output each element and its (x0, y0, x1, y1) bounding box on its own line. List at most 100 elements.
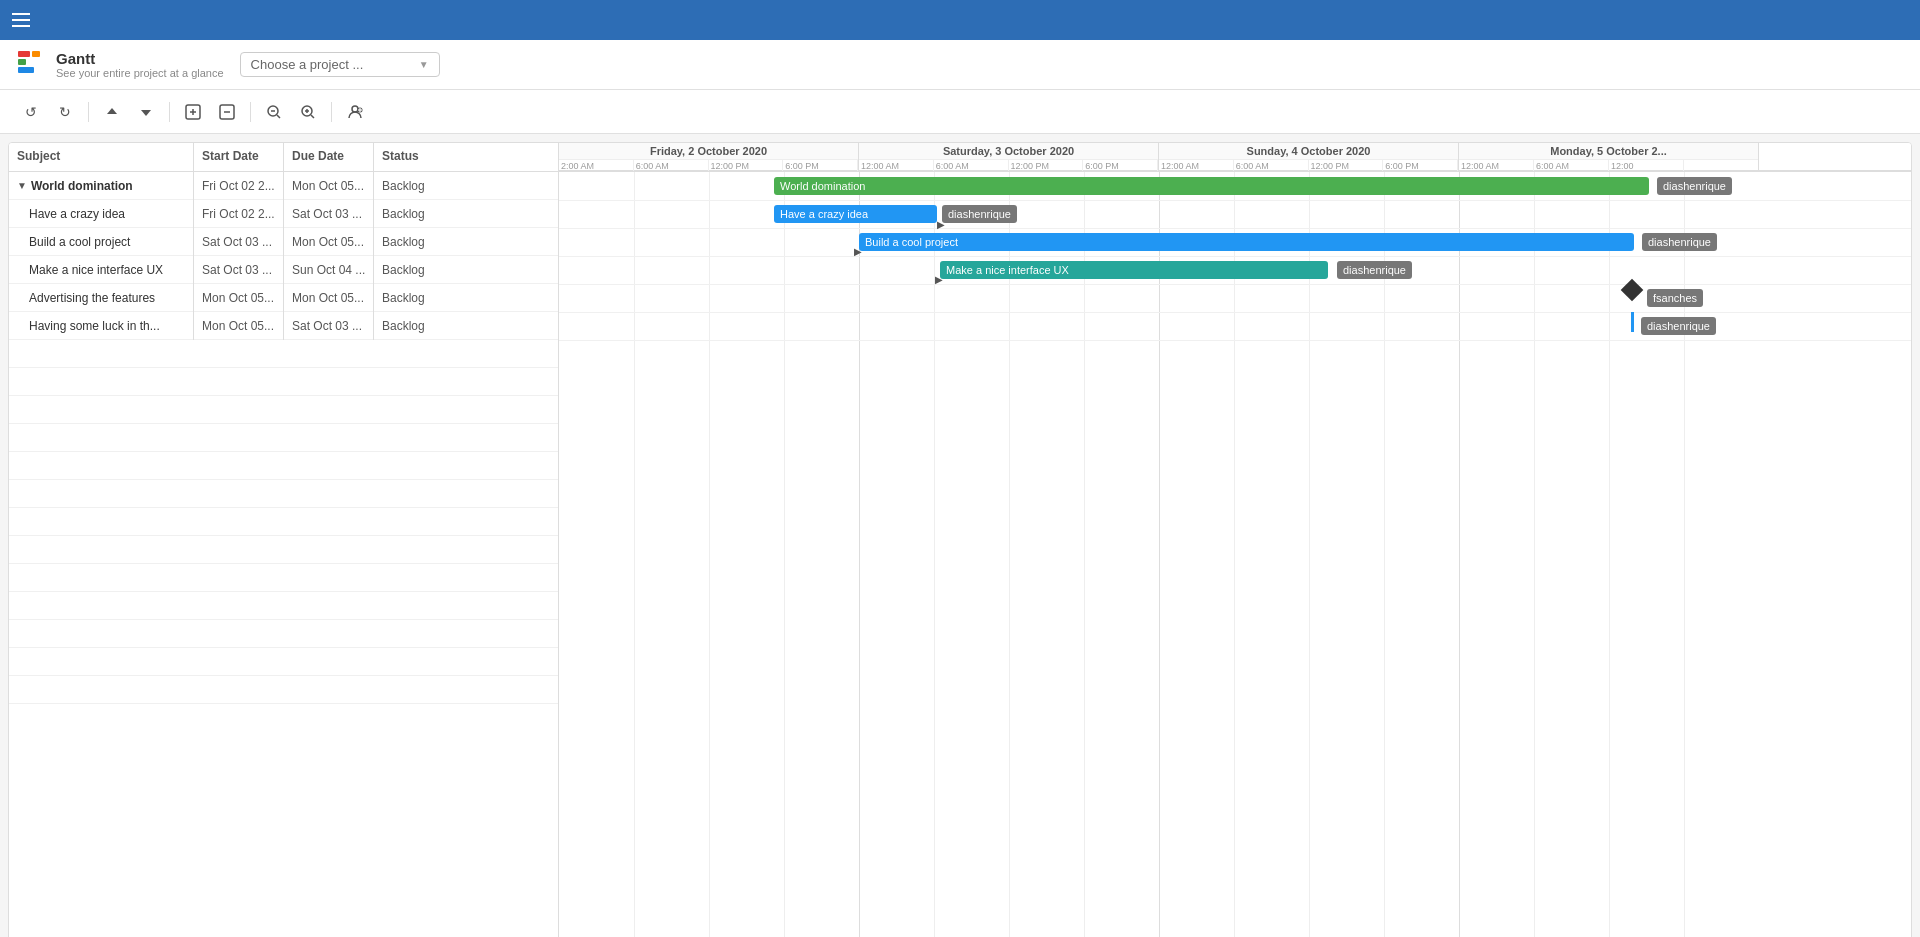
gantt-bar-build-cool-project[interactable]: Build a cool project (859, 233, 1634, 251)
cell-subject-build-cool-project: Build a cool project (9, 228, 194, 256)
hour-line (1534, 172, 1535, 937)
table-row[interactable]: Build a cool project Sat Oct 03 ... Mon … (9, 228, 558, 256)
cell-subject-have-crazy-idea: Have a crazy idea (9, 200, 194, 228)
table-row-empty (9, 480, 558, 508)
gantt-timeline: World domination diashenrique Have a cra… (559, 172, 1911, 937)
app-header: Gantt See your entire project at a glanc… (0, 40, 1920, 90)
day-divider-2 (1159, 172, 1160, 937)
hamburger-icon[interactable] (12, 13, 30, 27)
cell-duedate-advertising: Mon Oct 05... (284, 284, 374, 312)
day2-label: Saturday, 3 October 2020 (859, 143, 1158, 160)
day3-hour4: 6:00 PM (1383, 160, 1458, 171)
day4-hour2: 6:00 AM (1534, 160, 1609, 171)
assign-button[interactable] (340, 97, 370, 127)
cell-startdate-have-crazy-idea: Fri Oct 02 2... (194, 200, 284, 228)
svg-rect-2 (18, 67, 34, 73)
cell-startdate-advertising: Mon Oct 05... (194, 284, 284, 312)
cell-status-have-crazy-idea: Backlog (374, 200, 559, 228)
day2-hour3: 12:00 PM (1009, 160, 1084, 171)
hour-line (1234, 172, 1235, 937)
cell-duedate-make-nice-interface: Sun Oct 04 ... (284, 256, 374, 284)
day2-hour4: 6:00 PM (1083, 160, 1158, 171)
cell-startdate-build-cool-project: Sat Oct 03 ... (194, 228, 284, 256)
table-row-empty (9, 340, 558, 368)
assignee-badge-having-luck: diashenrique (1641, 317, 1716, 335)
table-row-empty (9, 592, 558, 620)
table-row-empty (9, 368, 558, 396)
chevron-down-icon: ▼ (419, 59, 429, 70)
day-divider-1 (859, 172, 860, 937)
cell-startdate-having-luck: Mon Oct 05... (194, 312, 284, 340)
milestone-diamond-advertising (1621, 279, 1644, 302)
svg-line-11 (277, 115, 280, 118)
day1-hour1: 2:00 AM (559, 160, 634, 171)
gantt-bar-world-domination[interactable]: World domination (774, 177, 1649, 195)
gantt-task-list: ▼ World domination Fri Oct 02 2... Mon O… (9, 172, 559, 937)
cell-status-advertising: Backlog (374, 284, 559, 312)
add-task-button[interactable] (178, 97, 208, 127)
day1-label: Friday, 2 October 2020 (559, 143, 858, 160)
app-title-block: Gantt See your entire project at a glanc… (56, 50, 224, 79)
add-milestone-button[interactable] (212, 97, 242, 127)
move-down-button[interactable] (131, 97, 161, 127)
assignee-badge-build-cool-project: diashenrique (1642, 233, 1717, 251)
day3-hour3: 12:00 PM (1309, 160, 1384, 171)
toolbar: ↺ ↻ (0, 90, 1920, 134)
day1-hour4: 6:00 PM (783, 160, 858, 171)
gantt-bar-having-luck[interactable] (1631, 312, 1634, 332)
gantt-bar-make-nice-interface[interactable]: Make a nice interface UX (940, 261, 1328, 279)
collapse-arrow-icon[interactable]: ▼ (17, 180, 27, 191)
table-row[interactable]: Make a nice interface UX Sat Oct 03 ... … (9, 256, 558, 284)
row-line (559, 340, 1911, 341)
subject-header: Subject (9, 143, 194, 171)
table-row-empty (9, 648, 558, 676)
startdate-header: Start Date (194, 143, 284, 171)
day1-hour2: 6:00 AM (634, 160, 709, 171)
app-title: Gantt (56, 50, 224, 67)
cell-status-make-nice-interface: Backlog (374, 256, 559, 284)
hour-line (634, 172, 635, 937)
zoom-in-button[interactable] (293, 97, 323, 127)
row-line (559, 200, 1911, 201)
svg-rect-0 (18, 51, 30, 57)
move-up-button[interactable] (97, 97, 127, 127)
day2-hour1: 12:00 AM (859, 160, 934, 171)
row-line (559, 256, 1911, 257)
cell-startdate-world-domination: Fri Oct 02 2... (194, 172, 284, 200)
project-select[interactable]: Choose a project ... ▼ (240, 52, 440, 77)
toolbar-separator-3 (250, 102, 251, 122)
table-row-empty (9, 452, 558, 480)
day4-hour3: 12:00 (1609, 160, 1684, 171)
table-row-empty (9, 620, 558, 648)
hour-line (1684, 172, 1685, 937)
assignee-badge-world-domination: diashenrique (1657, 177, 1732, 195)
toolbar-separator-1 (88, 102, 89, 122)
table-row-empty (9, 536, 558, 564)
table-row[interactable]: Advertising the features Mon Oct 05... M… (9, 284, 558, 312)
cell-duedate-having-luck: Sat Oct 03 ... (284, 312, 374, 340)
timeline-grid-overlay (559, 172, 1911, 937)
zoom-out-button[interactable] (259, 97, 289, 127)
table-row-empty (9, 396, 558, 424)
app-logo: Gantt See your entire project at a glanc… (16, 49, 224, 81)
gantt-bar-have-crazy-idea[interactable]: Have a crazy idea (774, 205, 937, 223)
status-header: Status (374, 143, 559, 171)
day3-hour1: 12:00 AM (1159, 160, 1234, 171)
app-subtitle: See your entire project at a glance (56, 67, 224, 79)
hour-line (1009, 172, 1010, 937)
assignee-badge-make-nice-interface: diashenrique (1337, 261, 1412, 279)
row-line (559, 284, 1911, 285)
table-row[interactable]: Having some luck in th... Mon Oct 05... … (9, 312, 558, 340)
cell-subject-world-domination: ▼ World domination (9, 172, 194, 200)
table-row[interactable]: ▼ World domination Fri Oct 02 2... Mon O… (9, 172, 558, 200)
cell-status-having-luck: Backlog (374, 312, 559, 340)
table-row[interactable]: Have a crazy idea Fri Oct 02 2... Sat Oc… (9, 200, 558, 228)
undo-button[interactable]: ↺ (16, 97, 46, 127)
hour-line (1309, 172, 1310, 937)
hour-line (1609, 172, 1610, 937)
redo-button[interactable]: ↻ (50, 97, 80, 127)
cell-duedate-have-crazy-idea: Sat Oct 03 ... (284, 200, 374, 228)
cell-duedate-build-cool-project: Mon Oct 05... (284, 228, 374, 256)
hour-line (1084, 172, 1085, 937)
svg-rect-1 (18, 59, 26, 65)
